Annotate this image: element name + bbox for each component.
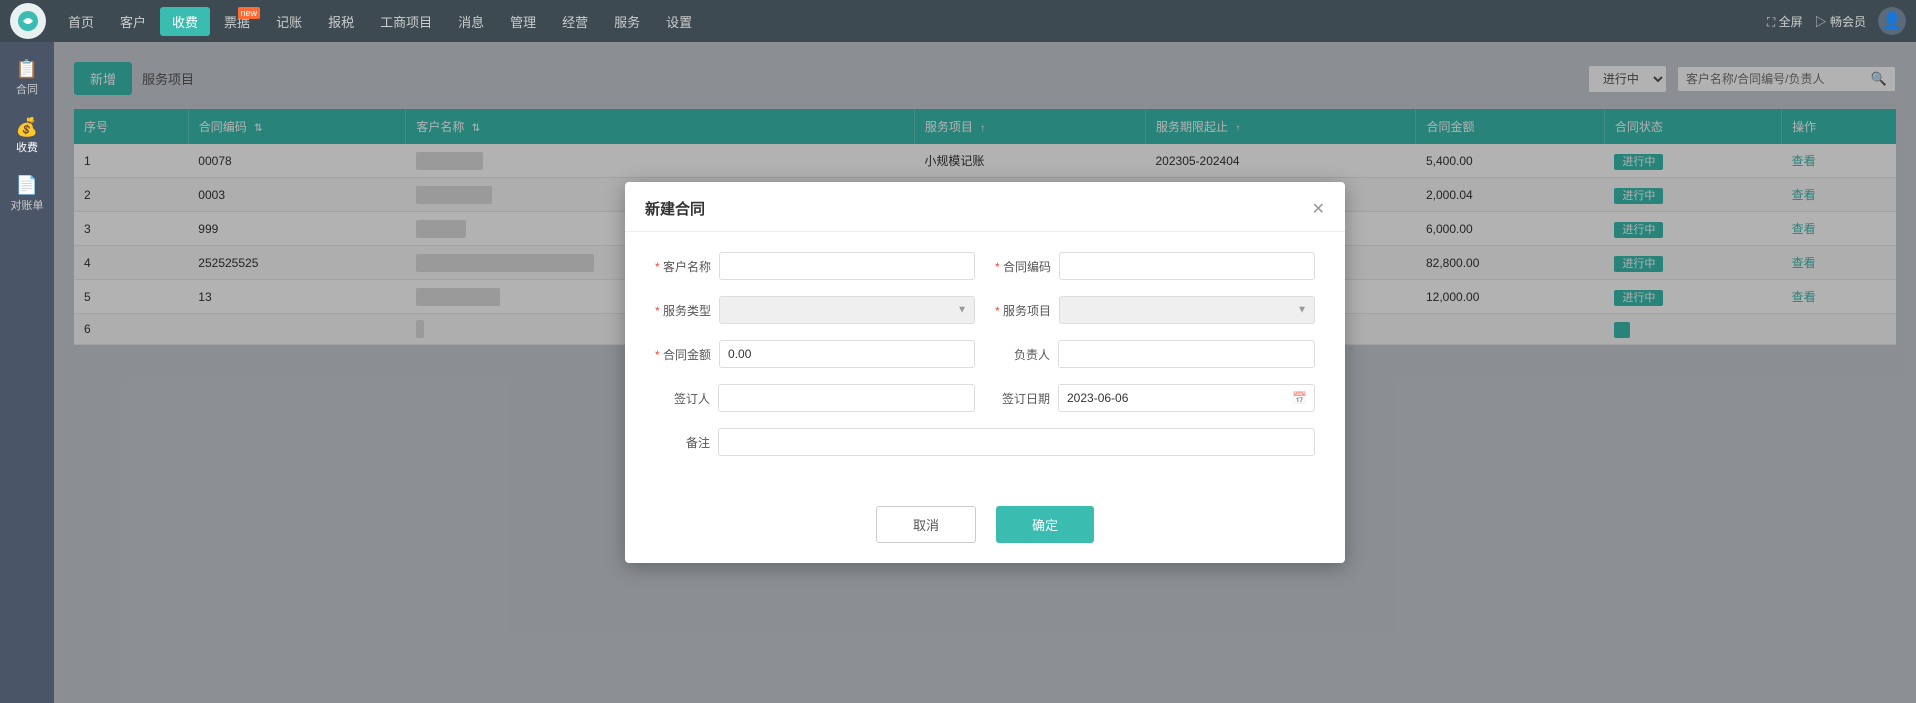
service-type-wrapper (719, 296, 975, 324)
sign-date-label: 签订日期 (995, 390, 1050, 407)
field-amount: 合同金额 (655, 340, 975, 368)
contract-no-input[interactable] (1059, 252, 1315, 280)
field-customer-name: 客户名称 (655, 252, 975, 280)
notes-input[interactable] (718, 428, 1315, 456)
sidebar-item-contract[interactable]: 📋 合同 (0, 52, 54, 105)
confirm-button[interactable]: 确定 (996, 506, 1094, 543)
nav-item-settings[interactable]: 设置 (654, 7, 704, 36)
nav-item-manage[interactable]: 管理 (498, 7, 548, 36)
field-person: 负责人 (995, 340, 1315, 368)
field-signer: 签订人 (655, 384, 975, 412)
sidebar-item-statement-label: 对账单 (11, 197, 44, 213)
new-badge: new (238, 7, 261, 19)
signer-label: 签订人 (655, 390, 710, 407)
sidebar-item-statement[interactable]: 📄 对账单 (0, 168, 54, 221)
modal-footer: 取消 确定 (625, 492, 1345, 563)
nav-item-operation[interactable]: 经营 (550, 7, 600, 36)
amount-input[interactable] (719, 340, 975, 368)
user-avatar[interactable]: 👤 (1878, 7, 1906, 35)
customer-name-label: 客户名称 (655, 258, 711, 275)
nav-item-service[interactable]: 服务 (602, 7, 652, 36)
sidebar-item-billing-label: 收费 (16, 139, 38, 155)
contract-no-label: 合同编码 (995, 258, 1051, 275)
nav-item-invoice[interactable]: 票据 new (212, 7, 262, 36)
customer-name-input[interactable] (719, 252, 975, 280)
main-layout: 📋 合同 💰 收费 📄 对账单 新增 服务项目 进行中 已完成 已终止 🔍 (0, 42, 1916, 703)
vip-button[interactable]: ▷ 畅会员 (1815, 13, 1866, 30)
person-label: 负责人 (995, 346, 1050, 363)
fullscreen-button[interactable]: ⛶ 全屏 (1767, 13, 1803, 30)
nav-item-bookkeeping[interactable]: 记账 (264, 7, 314, 36)
field-contract-no: 合同编码 (995, 252, 1315, 280)
form-row-4: 签订人 签订日期 (655, 384, 1315, 412)
sign-date-input[interactable] (1058, 384, 1315, 412)
field-service-type: 服务类型 (655, 296, 975, 324)
service-type-select[interactable] (719, 296, 975, 324)
app-logo (10, 3, 46, 39)
new-contract-modal: 新建合同 ✕ 客户名称 合同编码 (625, 182, 1345, 563)
form-row-2: 服务类型 服务项目 (655, 296, 1315, 324)
modal-overlay: 新建合同 ✕ 客户名称 合同编码 (54, 42, 1916, 703)
modal-body: 客户名称 合同编码 服务类型 (625, 232, 1345, 492)
date-wrapper (1058, 384, 1315, 412)
sidebar-item-contract-label: 合同 (16, 81, 38, 97)
service-item-select[interactable] (1059, 296, 1315, 324)
statement-icon: 📄 (16, 176, 38, 194)
nav-item-billing[interactable]: 收费 (160, 7, 210, 36)
notes-label: 备注 (655, 434, 710, 451)
sidebar: 📋 合同 💰 收费 📄 对账单 (0, 42, 54, 703)
field-notes: 备注 (655, 428, 1315, 456)
nav-items: 首页 客户 收费 票据 new 记账 报税 工商项目 消息 管理 经营 服务 设… (56, 7, 1767, 36)
contract-icon: 📋 (16, 60, 38, 78)
cancel-button[interactable]: 取消 (876, 506, 976, 543)
nav-item-message[interactable]: 消息 (446, 7, 496, 36)
nav-item-tax[interactable]: 报税 (316, 7, 366, 36)
service-item-label: 服务项目 (995, 302, 1051, 319)
modal-title: 新建合同 (645, 198, 705, 219)
person-input[interactable] (1058, 340, 1315, 368)
service-type-label: 服务类型 (655, 302, 711, 319)
form-row-1: 客户名称 合同编码 (655, 252, 1315, 280)
form-row-3: 合同金额 负责人 (655, 340, 1315, 368)
sidebar-item-billing[interactable]: 💰 收费 (0, 110, 54, 163)
nav-right: ⛶ 全屏 ▷ 畅会员 👤 (1767, 7, 1906, 35)
field-sign-date: 签订日期 (995, 384, 1315, 412)
nav-item-home[interactable]: 首页 (56, 7, 106, 36)
modal-close-button[interactable]: ✕ (1312, 199, 1325, 219)
form-row-5: 备注 (655, 428, 1315, 456)
logo-icon (17, 10, 39, 32)
field-service-item: 服务项目 (995, 296, 1315, 324)
billing-icon: 💰 (16, 118, 38, 136)
content-area: 新增 服务项目 进行中 已完成 已终止 🔍 序号 合同编码 ⇅ 客户名称 ⇅ 服… (54, 42, 1916, 703)
nav-item-customer[interactable]: 客户 (108, 7, 158, 36)
signer-input[interactable] (718, 384, 975, 412)
service-item-wrapper (1059, 296, 1315, 324)
modal-header: 新建合同 ✕ (625, 182, 1345, 232)
amount-label: 合同金额 (655, 346, 711, 363)
top-navigation: 首页 客户 收费 票据 new 记账 报税 工商项目 消息 管理 经营 服务 设… (0, 0, 1916, 42)
nav-item-business[interactable]: 工商项目 (368, 7, 444, 36)
